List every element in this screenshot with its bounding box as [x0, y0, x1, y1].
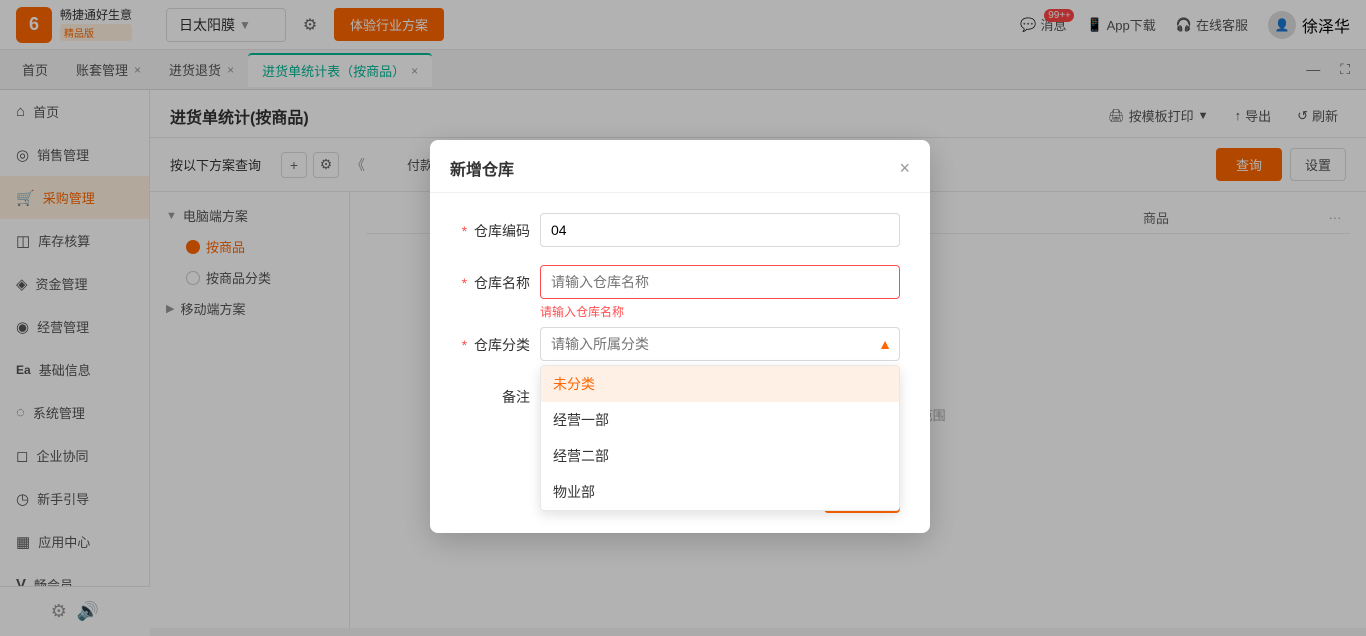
warehouse-code-input[interactable]: [540, 213, 900, 247]
warehouse-name-input[interactable]: [540, 265, 900, 299]
modal-close-button[interactable]: ×: [899, 159, 910, 177]
modal-header: 新增仓库 ×: [430, 140, 930, 193]
name-input-wrapper: 请输入仓库名称: [540, 265, 900, 299]
name-label: * 仓库名称: [460, 265, 540, 293]
category-input[interactable]: [540, 327, 900, 361]
dropdown-option-dept1[interactable]: 经营一部: [541, 402, 899, 438]
form-row-name: * 仓库名称 请输入仓库名称: [460, 265, 900, 299]
category-dropdown-list: 未分类 经营一部 经营二部 物业部: [540, 365, 900, 511]
dropdown-option-dept2[interactable]: 经营二部: [541, 438, 899, 474]
dropdown-option-property[interactable]: 物业部: [541, 474, 899, 510]
remark-label: 备注: [460, 379, 540, 407]
category-required: *: [462, 337, 467, 353]
name-required: *: [462, 275, 467, 291]
code-required: *: [462, 223, 467, 239]
dropdown-arrow-icon[interactable]: ▲: [878, 336, 892, 352]
form-row-code: * 仓库编码: [460, 213, 900, 247]
modal-body: * 仓库编码 * 仓库名称 请输入仓库名称 * 仓库分类 ▲: [430, 193, 930, 477]
add-warehouse-modal: 新增仓库 × * 仓库编码 * 仓库名称 请输入仓库名称 *: [430, 140, 930, 533]
category-dropdown-wrapper: ▲ 未分类 经营一部 经营二部 物业部: [540, 327, 900, 361]
dropdown-option-none[interactable]: 未分类: [541, 366, 899, 402]
modal-title: 新增仓库: [450, 156, 514, 180]
name-error-message: 请输入仓库名称: [540, 303, 624, 320]
category-label: * 仓库分类: [460, 327, 540, 355]
code-label: * 仓库编码: [460, 213, 540, 241]
form-row-category: * 仓库分类 ▲ 未分类 经营一部 经营二部 物业部: [460, 327, 900, 361]
